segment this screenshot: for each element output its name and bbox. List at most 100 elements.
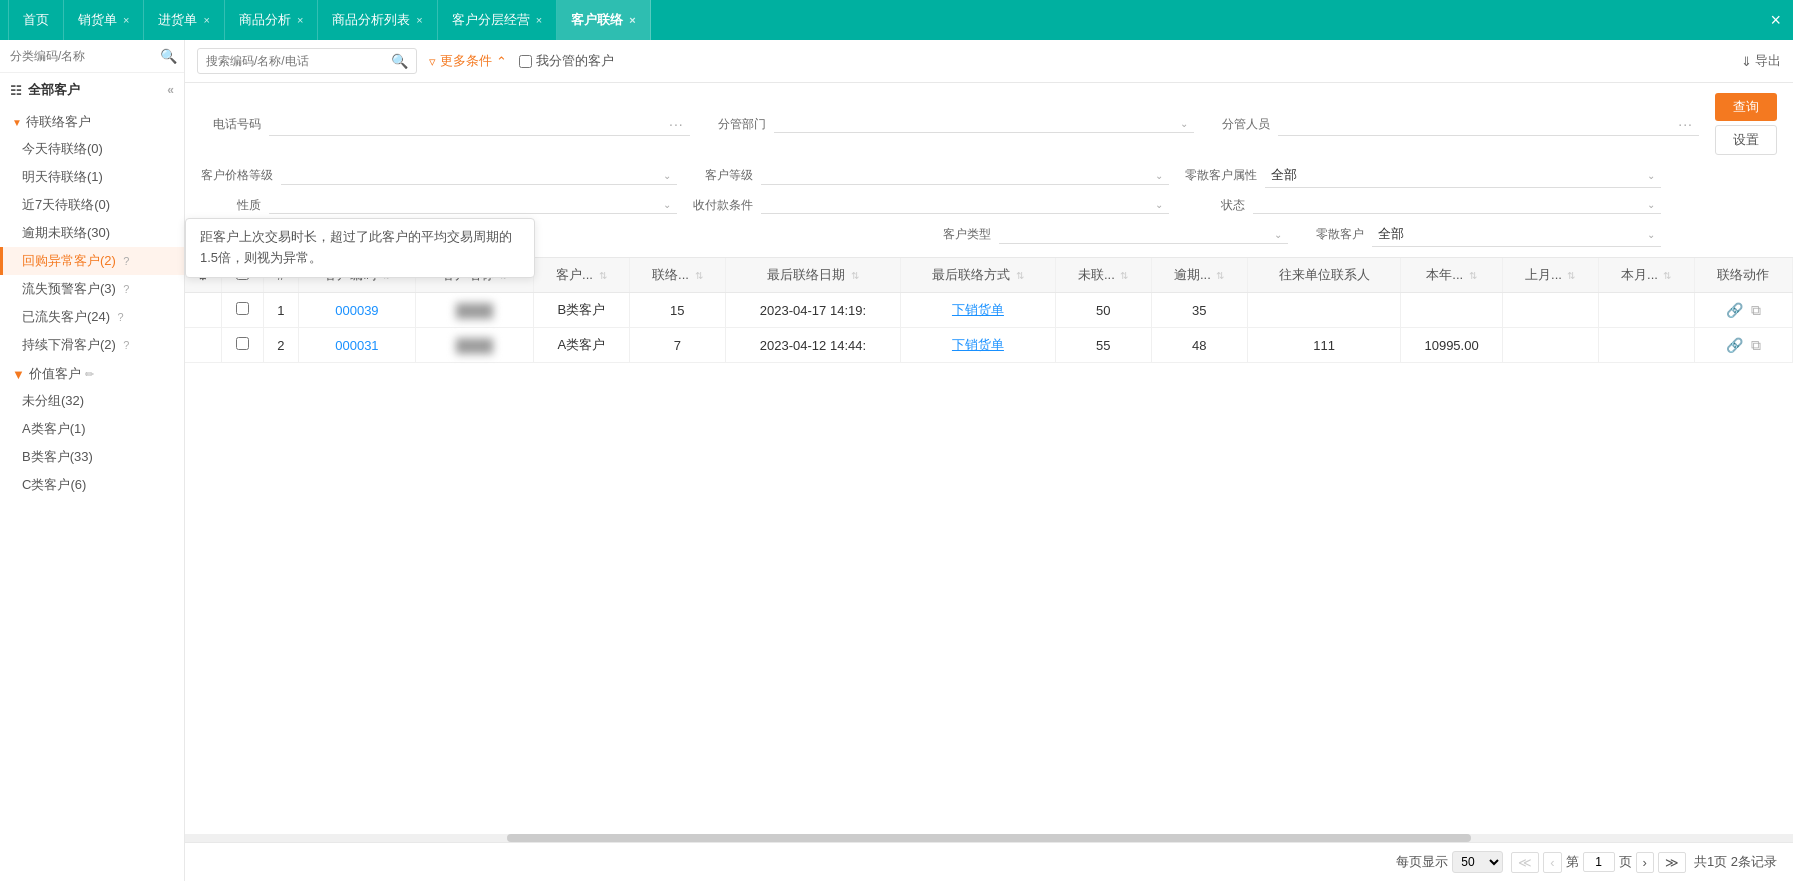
th-this-year[interactable]: 本年... ⇅ xyxy=(1401,258,1502,293)
horizontal-scrollbar[interactable] xyxy=(185,834,1793,842)
repurchase-help-icon: ? xyxy=(123,255,129,267)
filter-search-icon[interactable]: 🔍 xyxy=(391,53,408,69)
sidebar-search-icon[interactable]: 🔍 xyxy=(160,48,177,64)
sort-contact-icon: ⇅ xyxy=(695,270,703,281)
last-page-btn[interactable]: ≫ xyxy=(1658,852,1686,873)
settings-button[interactable]: 设置 xyxy=(1715,125,1777,155)
content-area: 🔍 ▿ 更多条件 ⌃ 我分管的客户 ⇓ 导出 电话号码 xyxy=(185,40,1793,881)
th-overdue[interactable]: 逾期... ⇅ xyxy=(1151,258,1247,293)
next-page-btn[interactable]: › xyxy=(1636,852,1654,873)
filter-payment-input[interactable]: ⌄ xyxy=(761,196,1169,214)
sidebar-item-today[interactable]: 今天待联络(0) xyxy=(0,135,184,163)
sort-year-icon: ⇅ xyxy=(1469,270,1477,281)
td-code-2[interactable]: 000031 xyxy=(298,328,416,363)
td-contact-1: 15 xyxy=(629,293,725,328)
nav-tab-customer-tier[interactable]: 客户分层经营 × xyxy=(438,0,557,40)
sidebar-item-tomorrow[interactable]: 明天待联络(1) xyxy=(0,163,184,191)
sidebar-item-overdue[interactable]: 逾期未联络(30) xyxy=(0,219,184,247)
dept-arrow-icon: ⌄ xyxy=(1180,118,1188,129)
th-last-date[interactable]: 最后联络日期 ⇅ xyxy=(725,258,900,293)
th-uncontacted[interactable]: 未联... ⇅ xyxy=(1055,258,1151,293)
th-category[interactable]: 客户... ⇅ xyxy=(533,258,629,293)
sidebar-search-input[interactable] xyxy=(10,49,160,63)
nav-tab-customer-tier-close[interactable]: × xyxy=(536,14,542,26)
prev-page-btn[interactable]: ‹ xyxy=(1543,852,1561,873)
filter-gender-input[interactable]: ⌄ xyxy=(269,196,677,214)
nav-tab-customer-contact[interactable]: 客户联络 × xyxy=(557,0,650,40)
filter-dept-input[interactable]: ⌄ xyxy=(774,115,1195,133)
sidebar-item-already-lost[interactable]: 已流失客户(24) ? xyxy=(0,303,184,331)
filter-customer-level-label: 客户等级 xyxy=(693,167,753,184)
action-buttons: 查询 设置 xyxy=(1715,93,1777,155)
th-last-method[interactable]: 最后联络方式 ⇅ xyxy=(901,258,1056,293)
td-unit-contact-2: 111 xyxy=(1247,328,1401,363)
filter-more-btn[interactable]: ▿ 更多条件 ⌃ xyxy=(429,52,507,70)
nav-tab-home[interactable]: 首页 xyxy=(8,0,64,40)
nav-tab-analysis-close[interactable]: × xyxy=(297,14,303,26)
per-page-select[interactable]: 50 100 200 xyxy=(1452,851,1503,873)
td-checkbox-2[interactable] xyxy=(221,328,264,363)
top-nav: 首页 销货单 × 进货单 × 商品分析 × 商品分析列表 × 客户分层经营 × … xyxy=(0,0,1793,40)
page-suffix: 页 xyxy=(1619,853,1632,871)
filter-phone-input[interactable]: ··· xyxy=(269,113,690,136)
td-this-year-2: 10995.00 xyxy=(1401,328,1502,363)
action-grid-icon-2[interactable]: ⧉ xyxy=(1751,337,1761,354)
row-checkbox-2[interactable] xyxy=(236,337,249,350)
sidebar-collapse-icon[interactable]: « xyxy=(167,83,174,97)
action-link-icon-2[interactable]: 🔗 xyxy=(1726,337,1743,353)
export-button[interactable]: ⇓ 导出 xyxy=(1741,52,1781,70)
th-last-month[interactable]: 上月... ⇅ xyxy=(1502,258,1598,293)
td-last-method-2[interactable]: 下销货单 xyxy=(901,328,1056,363)
filter-customer-type-input[interactable]: ⌄ xyxy=(999,226,1288,244)
sidebar-item-lost-preview[interactable]: 流失预警客户(3) ? xyxy=(0,275,184,303)
nav-tab-customer-contact-close[interactable]: × xyxy=(629,14,635,26)
sidebar-item-repurchase-abnormal[interactable]: 回购异常客户(2) ? xyxy=(0,247,184,275)
filter-price-level-input[interactable]: ⌄ xyxy=(281,167,677,185)
nav-tab-purchase[interactable]: 进货单 × xyxy=(144,0,224,40)
nav-tab-home-label: 首页 xyxy=(23,11,49,29)
pagination-nav: ≪ ‹ 第 页 › ≫ xyxy=(1511,852,1686,873)
row-checkbox-1[interactable] xyxy=(236,302,249,315)
page-input[interactable] xyxy=(1583,852,1615,872)
scroll-thumb[interactable] xyxy=(507,834,1472,842)
action-link-icon-1[interactable]: 🔗 xyxy=(1726,302,1743,318)
sidebar-item-declining[interactable]: 持续下滑客户(2) ? xyxy=(0,331,184,359)
sidebar-item-class-c[interactable]: C类客户(6) xyxy=(0,471,184,499)
filter-gender: 性质 ⌄ xyxy=(201,196,677,214)
sidebar-item-7days[interactable]: 近7天待联络(0) xyxy=(0,191,184,219)
value-customers-header[interactable]: ▼ 价值客户 ✏ xyxy=(0,359,184,387)
filter-retail-customer-input[interactable]: 全部 ⌄ xyxy=(1372,222,1661,247)
action-grid-icon-1[interactable]: ⧉ xyxy=(1751,302,1761,319)
filter-status-input[interactable]: ⌄ xyxy=(1253,196,1661,214)
td-last-method-1[interactable]: 下销货单 xyxy=(901,293,1056,328)
nav-tab-customer-contact-label: 客户联络 xyxy=(571,11,623,29)
filter-status: 状态 ⌄ xyxy=(1185,196,1661,214)
sidebar-item-class-a[interactable]: A类客户(1) xyxy=(0,415,184,443)
filter-retail-attr: 零散客户属性 全部 ⌄ xyxy=(1185,163,1661,188)
nav-tab-sales[interactable]: 销货单 × xyxy=(64,0,144,40)
filter-manager-input[interactable]: ··· xyxy=(1278,113,1699,136)
filter-search-input[interactable] xyxy=(206,54,387,68)
filter-customer-level-input[interactable]: ⌄ xyxy=(761,167,1169,185)
nav-tab-analysis[interactable]: 商品分析 × xyxy=(225,0,318,40)
pending-contact-group[interactable]: ▼ 待联络客户 xyxy=(0,107,184,135)
th-contact[interactable]: 联络... ⇅ xyxy=(629,258,725,293)
nav-tab-analysis-list[interactable]: 商品分析列表 × xyxy=(318,0,437,40)
sidebar-item-class-b[interactable]: B类客户(33) xyxy=(0,443,184,471)
th-unit-contact[interactable]: 往来单位联系人 xyxy=(1247,258,1401,293)
sidebar-item-ungrouped[interactable]: 未分组(32) xyxy=(0,387,184,415)
nav-tab-sales-close[interactable]: × xyxy=(123,14,129,26)
td-checkbox-1[interactable] xyxy=(221,293,264,328)
all-customers-header[interactable]: ☷ 全部客户 « xyxy=(0,73,184,107)
th-this-month[interactable]: 本月... ⇅ xyxy=(1598,258,1694,293)
td-code-1[interactable]: 000039 xyxy=(298,293,416,328)
value-customers-edit-icon[interactable]: ✏ xyxy=(85,368,94,381)
nav-tab-analysis-list-close[interactable]: × xyxy=(416,14,422,26)
my-customers-checkbox[interactable] xyxy=(519,55,532,68)
filter-retail-attr-input[interactable]: 全部 ⌄ xyxy=(1265,163,1661,188)
nav-tab-purchase-close[interactable]: × xyxy=(203,14,209,26)
close-all-button[interactable]: × xyxy=(1770,11,1781,29)
td-overdue-2: 48 xyxy=(1151,328,1247,363)
query-button[interactable]: 查询 xyxy=(1715,93,1777,121)
first-page-btn[interactable]: ≪ xyxy=(1511,852,1539,873)
